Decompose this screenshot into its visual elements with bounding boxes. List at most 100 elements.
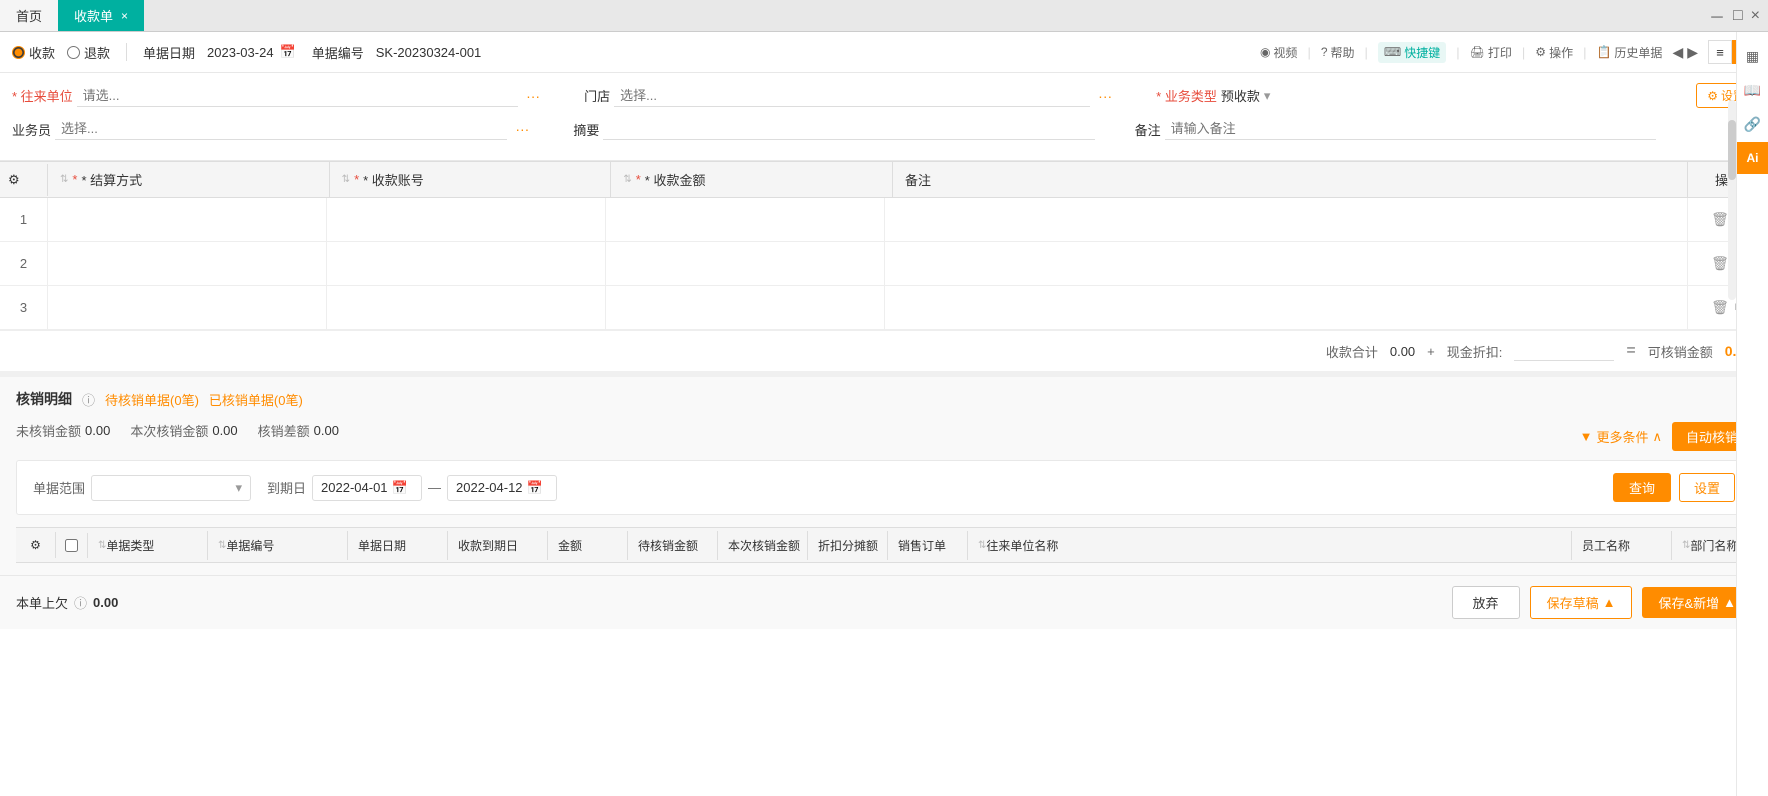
business-type-dropdown-icon[interactable]: ▾ bbox=[1264, 88, 1271, 104]
maximize-icon[interactable]: □ bbox=[1733, 7, 1743, 25]
save-draft-button[interactable]: 保存草稿 ▲ bbox=[1530, 586, 1633, 619]
scrollbar-track[interactable] bbox=[1728, 100, 1736, 300]
recon-settings-button[interactable]: 设置 bbox=[1679, 473, 1735, 502]
nav-next-icon[interactable]: ▶ bbox=[1687, 44, 1698, 61]
sort-icon-from-unit[interactable]: ⇅ bbox=[978, 540, 986, 551]
toolbar-divider bbox=[126, 43, 127, 61]
number-value: SK-20230324-001 bbox=[376, 45, 482, 60]
col-note: 备注 bbox=[893, 162, 1688, 197]
shortcut-icon: ⌨ bbox=[1384, 45, 1401, 59]
store-input[interactable] bbox=[614, 85, 1090, 107]
video-btn[interactable]: ◉ 视频 bbox=[1260, 44, 1298, 61]
sort-icon[interactable]: ⇅ bbox=[60, 174, 68, 185]
row-account-3[interactable] bbox=[327, 286, 606, 329]
delete-icon-1[interactable]: 🗑 bbox=[1711, 211, 1729, 228]
sort-icon-2[interactable]: ⇅ bbox=[342, 174, 350, 185]
table-row: 2 🗑 ⧉ bbox=[0, 242, 1768, 286]
sort-icon-dept[interactable]: ⇅ bbox=[1682, 540, 1690, 551]
scrollbar-thumb[interactable] bbox=[1728, 120, 1736, 180]
total-value: 0.00 bbox=[1390, 344, 1415, 359]
salesperson-more-icon[interactable]: ··· bbox=[511, 121, 533, 137]
minimize-icon[interactable]: － bbox=[1709, 4, 1725, 28]
abandon-button[interactable]: 放弃 bbox=[1452, 586, 1520, 619]
plus-sign: + bbox=[1427, 344, 1435, 359]
salesperson-input[interactable] bbox=[55, 118, 507, 140]
sidebar-link-icon[interactable]: 🔗 bbox=[1737, 108, 1768, 140]
table-header: ⚙ ⇅ ** 结算方式 ⇅ ** 收款账号 ⇅ ** 收款金额 备注 操作 bbox=[0, 161, 1768, 198]
calendar-from-icon[interactable]: 📅 bbox=[392, 480, 408, 496]
radio-receipt[interactable]: 收款 bbox=[12, 43, 55, 62]
tab-close-icon[interactable]: × bbox=[121, 9, 128, 23]
date-value: 2023-03-24 bbox=[207, 45, 274, 60]
bt-gear-col[interactable]: ⚙ bbox=[16, 532, 56, 558]
range-select[interactable]: ▾ bbox=[91, 475, 251, 501]
tab-home[interactable]: 首页 bbox=[0, 0, 58, 31]
tab-receipt[interactable]: 收款单 × bbox=[58, 0, 144, 31]
summary-input[interactable] bbox=[603, 118, 1094, 140]
form-area: * 往来单位 ··· 门店 ··· * 业务类型 预收款 ▾ ⚙ 设置 bbox=[0, 73, 1768, 161]
from-unit-more-icon[interactable]: ··· bbox=[522, 88, 544, 104]
print-btn[interactable]: 🖨 打印 bbox=[1470, 44, 1512, 61]
row-num-1: 1 bbox=[0, 198, 48, 241]
row-amount-2[interactable] bbox=[606, 242, 885, 285]
save-new-chevron-icon[interactable]: ▲ bbox=[1723, 595, 1736, 610]
footer-left: 本单上欠 ⓘ 0.00 bbox=[16, 593, 118, 612]
sidebar-table-icon[interactable]: ▦ bbox=[1737, 40, 1768, 72]
delete-icon-3[interactable]: 🗑 bbox=[1711, 299, 1729, 316]
shortcut-btn[interactable]: ⌨ 快捷键 bbox=[1378, 42, 1446, 63]
calendar-to-icon[interactable]: 📅 bbox=[527, 480, 543, 496]
pending-tab[interactable]: 待核销单据(0笔) bbox=[105, 390, 199, 409]
row-settlement-2[interactable] bbox=[48, 242, 327, 285]
row-settlement-3[interactable] bbox=[48, 286, 327, 329]
table-gear-col[interactable]: ⚙ bbox=[0, 164, 48, 196]
operation-btn[interactable]: ⚙ 操作 bbox=[1535, 44, 1573, 61]
date-from-input[interactable]: 2022-04-01 📅 bbox=[312, 475, 422, 501]
bt-check-col[interactable] bbox=[56, 533, 88, 558]
row-note-1[interactable] bbox=[885, 198, 1688, 241]
row-account-2[interactable] bbox=[327, 242, 606, 285]
sidebar-screenshot-icon[interactable]: Ai bbox=[1737, 142, 1768, 174]
date-to-input[interactable]: 2022-04-12 📅 bbox=[447, 475, 557, 501]
row-settlement-1[interactable] bbox=[48, 198, 327, 241]
remarks-label: 备注 bbox=[1135, 120, 1161, 139]
delete-icon-2[interactable]: 🗑 bbox=[1711, 255, 1729, 272]
history-btn[interactable]: 📋 历史单据 bbox=[1596, 44, 1662, 61]
row-note-3[interactable] bbox=[885, 286, 1688, 329]
view-list-btn[interactable]: ≡ bbox=[1708, 40, 1732, 64]
row-account-1[interactable] bbox=[327, 198, 606, 241]
calendar-icon[interactable]: 📅 bbox=[280, 44, 296, 60]
sort-icon-type[interactable]: ⇅ bbox=[98, 540, 106, 551]
sidebar-book-icon[interactable]: 📖 bbox=[1737, 74, 1768, 106]
current-label: 本单上欠 bbox=[16, 593, 68, 612]
row-amount-3[interactable] bbox=[606, 286, 885, 329]
bt-amount-col: 金额 bbox=[548, 531, 628, 560]
from-unit-input[interactable] bbox=[77, 85, 518, 107]
due-date-filter: 到期日 2022-04-01 📅 — 2022-04-12 📅 bbox=[267, 475, 557, 501]
history-label: 历史单据 bbox=[1614, 44, 1662, 61]
more-conditions-btn[interactable]: ▼ 更多条件 ∧ bbox=[1580, 427, 1662, 446]
save-draft-chevron-icon[interactable]: ▲ bbox=[1603, 595, 1616, 610]
remarks-input[interactable] bbox=[1165, 118, 1656, 140]
nav-prev-icon[interactable]: ◀ bbox=[1672, 44, 1683, 61]
store-more-icon[interactable]: ··· bbox=[1094, 88, 1116, 104]
store-field: 门店 ··· bbox=[584, 85, 1116, 107]
range-filter: 单据范围 ▾ bbox=[33, 475, 251, 501]
radio-refund[interactable]: 退款 bbox=[67, 43, 110, 62]
stat-this-recon-label: 本次核销金额 bbox=[130, 421, 208, 440]
close-icon[interactable]: × bbox=[1751, 7, 1760, 25]
filter-area: 单据范围 ▾ 到期日 2022-04-01 📅 — 2022-04-12 📅 bbox=[16, 460, 1752, 515]
discount-input[interactable] bbox=[1514, 341, 1614, 361]
row-num-3: 3 bbox=[0, 286, 48, 329]
footer-info-icon[interactable]: ⓘ bbox=[74, 593, 87, 612]
row-amount-1[interactable] bbox=[606, 198, 885, 241]
recon-info-icon[interactable]: ⓘ bbox=[82, 390, 95, 409]
query-button[interactable]: 查询 bbox=[1613, 473, 1671, 502]
row-note-2[interactable] bbox=[885, 242, 1688, 285]
help-btn[interactable]: ? 帮助 bbox=[1321, 44, 1355, 61]
sort-icon-num[interactable]: ⇅ bbox=[218, 540, 226, 551]
reconciliation-section: 核销明细 ⓘ 待核销单据(0笔) 已核销单据(0笔) 未核销金额 0.00 本次… bbox=[0, 371, 1768, 575]
sort-icon-3[interactable]: ⇅ bbox=[623, 174, 631, 185]
recon-actions: ▼ 更多条件 ∧ 自动核销 bbox=[1580, 422, 1752, 451]
done-tab[interactable]: 已核销单据(0笔) bbox=[209, 390, 303, 409]
select-all-checkbox[interactable] bbox=[65, 539, 78, 552]
